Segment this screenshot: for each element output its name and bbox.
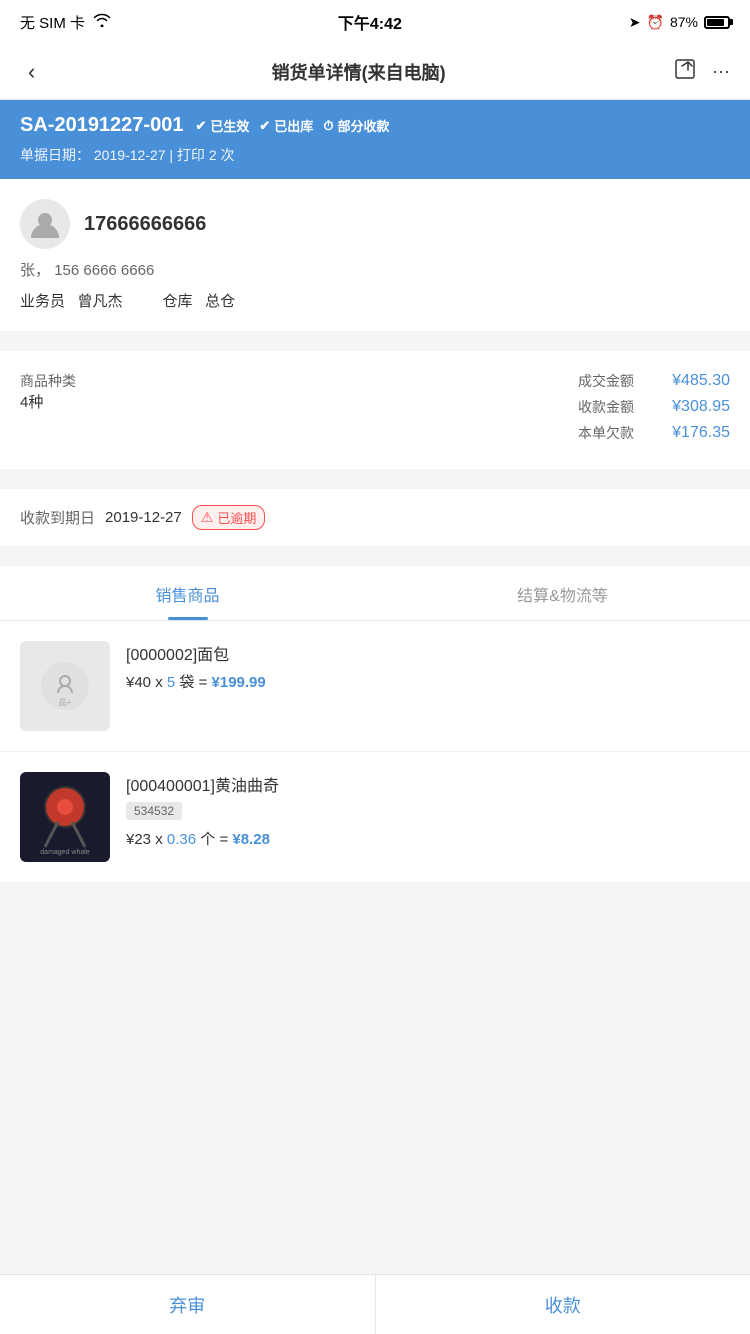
product-qty-1: 5 [167, 674, 175, 691]
product-thumb-1: 品+ [20, 641, 110, 731]
nav-bar: ‹ 销货单详情(来自电脑) ··· [0, 44, 750, 100]
page-title: 销货单详情(来自电脑) [272, 59, 446, 85]
battery-icon [704, 16, 730, 29]
product-tag-2: 534532 [126, 802, 182, 820]
product-total-1: ¥199.99 [212, 674, 266, 691]
status-shipped: ✔ 已出库 [259, 116, 313, 135]
due-section: 收款到期日 2019-12-27 ⚠ 已逾期 [0, 489, 750, 546]
received-row: 收款金额 ¥308.95 [578, 397, 730, 417]
summary-left: 商品种类 4种 [20, 371, 76, 412]
products-section: 品+ [0000002]面包 ¥40 x 5 袋 = ¥199.99 [0, 621, 750, 883]
product-types-value: 4种 [20, 391, 76, 412]
product-info-2: [000400001]黄油曲奇 534532 ¥23 x 0.36 个 = ¥8… [126, 772, 730, 849]
status-tags: ✔ 已生效 ✔ 已出库 ⏱ 部分收款 [195, 116, 389, 135]
battery-text: 87% [670, 14, 698, 30]
customer-meta: 业务员 曾凡杰 仓库 总仓 [20, 290, 730, 311]
status-partial-payment: ⏱ 部分收款 [323, 116, 389, 135]
check-icon-2: ✔ [259, 118, 270, 134]
customer-name-alt: 张， 156 6666 6666 [20, 259, 730, 280]
bottom-spacer [0, 883, 750, 953]
customer-phone: 17666666666 [84, 213, 206, 236]
customer-row: 17666666666 [20, 199, 730, 249]
owed-value: ¥176.35 [650, 424, 730, 442]
owed-row: 本单欠款 ¥176.35 [578, 423, 730, 443]
customer-section: 17666666666 张， 156 6666 6666 业务员 曾凡杰 仓库 … [0, 179, 750, 331]
order-id-text: SA-20191227-001 [20, 114, 183, 137]
divider-2 [0, 479, 750, 489]
svg-text:damaged whale: damaged whale [40, 849, 90, 856]
due-date-label: 收款到期日 [20, 507, 95, 528]
status-effective: ✔ 已生效 [195, 116, 249, 135]
amount-value: ¥485.30 [650, 372, 730, 390]
summary-right: 成交金额 ¥485.30 收款金额 ¥308.95 本单欠款 ¥176.35 [578, 371, 730, 449]
bottom-actions: 弃审 收款 [0, 1274, 750, 1334]
amount-label: 成交金额 [578, 371, 634, 391]
product-qty-2: 0.36 [167, 831, 196, 848]
owed-label: 本单欠款 [578, 423, 634, 443]
check-icon-1: ✔ [195, 118, 206, 134]
avatar [20, 199, 70, 249]
product-info-1: [0000002]面包 ¥40 x 5 袋 = ¥199.99 [126, 641, 730, 692]
location-icon: ➤ [629, 14, 641, 31]
overdue-badge: ⚠ 已逾期 [192, 505, 266, 530]
product-total-2: ¥8.28 [232, 831, 270, 848]
wifi-icon [93, 13, 111, 31]
clock-icon: ⏱ [323, 118, 333, 134]
cancel-button[interactable]: 弃审 [0, 1275, 376, 1334]
summary-grid: 商品种类 4种 成交金额 ¥485.30 收款金额 ¥308.95 本单欠款 ¥… [20, 371, 730, 449]
divider-1 [0, 341, 750, 351]
amount-row: 成交金额 ¥485.30 [578, 371, 730, 391]
more-button[interactable]: ··· [712, 61, 730, 82]
product-name-1: [0000002]面包 [126, 641, 730, 665]
alarm-icon: ⏰ [647, 14, 664, 31]
due-date-value: 2019-12-27 [105, 509, 182, 526]
list-item: 品+ [0000002]面包 ¥40 x 5 袋 = ¥199.99 [0, 621, 750, 752]
svg-text:品+: 品+ [59, 698, 72, 707]
product-types-label: 商品种类 [20, 371, 76, 391]
order-id-row: SA-20191227-001 ✔ 已生效 ✔ 已出库 ⏱ 部分收款 [20, 114, 730, 137]
share-button[interactable] [674, 58, 696, 85]
nav-actions: ··· [674, 58, 730, 85]
tab-settlement[interactable]: 结算&物流等 [375, 566, 750, 620]
status-bar: 无 SIM 卡 下午4:42 ➤ ⏰ 87% [0, 0, 750, 44]
tabs-row: 销售商品 结算&物流等 [0, 566, 750, 621]
order-date-row: 单据日期： 2019-12-27 | 打印 2 次 [20, 145, 730, 165]
tab-sales-products[interactable]: 销售商品 [0, 566, 375, 620]
product-thumb-2: damaged whale [20, 772, 110, 862]
received-label: 收款金额 [578, 397, 634, 417]
summary-section: 商品种类 4种 成交金额 ¥485.30 收款金额 ¥308.95 本单欠款 ¥… [0, 351, 750, 469]
warehouse-item: 仓库 总仓 [163, 290, 236, 311]
overdue-text: 已逾期 [217, 508, 256, 527]
status-left: 无 SIM 卡 [20, 12, 111, 33]
list-item: damaged whale [000400001]黄油曲奇 534532 ¥23… [0, 752, 750, 883]
order-header: SA-20191227-001 ✔ 已生效 ✔ 已出库 ⏱ 部分收款 单据日期：… [0, 100, 750, 179]
product-price-1: ¥40 x 5 袋 = ¥199.99 [126, 671, 730, 692]
carrier-text: 无 SIM 卡 [20, 12, 85, 33]
product-name-2: [000400001]黄油曲奇 [126, 772, 730, 796]
overdue-icon: ⚠ [201, 509, 214, 526]
received-value: ¥308.95 [650, 398, 730, 416]
confirm-button[interactable]: 收款 [376, 1275, 750, 1334]
status-right: ➤ ⏰ 87% [629, 14, 730, 31]
divider-3 [0, 556, 750, 566]
back-button[interactable]: ‹ [20, 51, 43, 93]
tabs-section: 销售商品 结算&物流等 [0, 566, 750, 621]
salesperson-item: 业务员 曾凡杰 [20, 290, 123, 311]
status-time: 下午4:42 [338, 10, 402, 34]
product-price-2: ¥23 x 0.36 个 = ¥8.28 [126, 828, 730, 849]
